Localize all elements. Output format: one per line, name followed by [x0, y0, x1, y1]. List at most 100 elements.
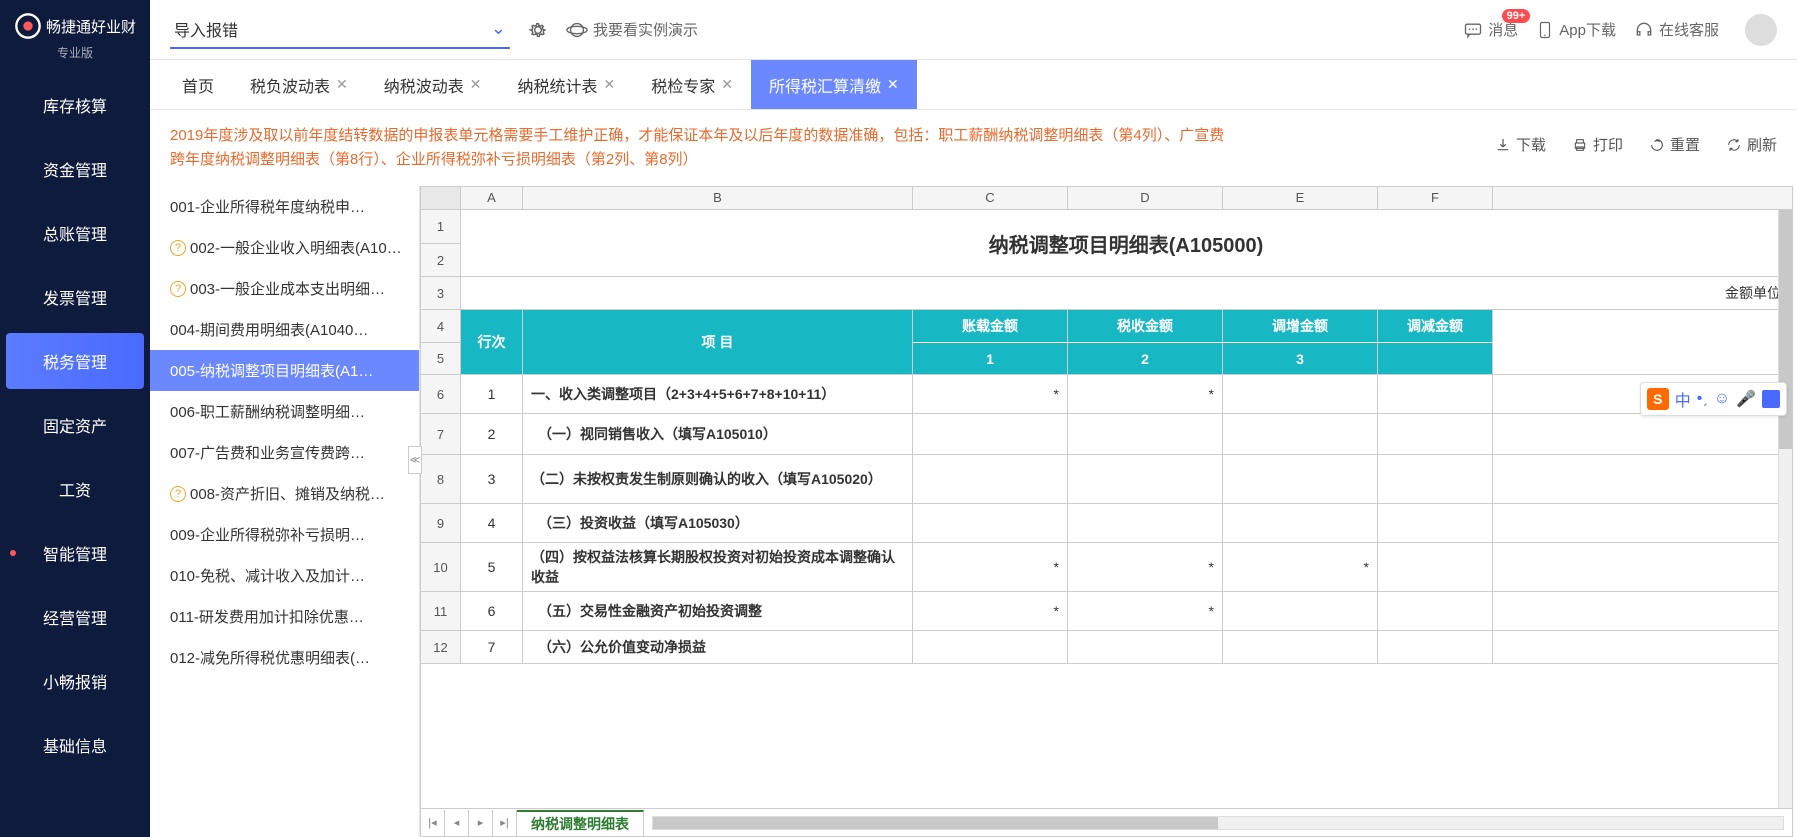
- cell[interactable]: [1068, 414, 1223, 454]
- cell-idx[interactable]: 5: [461, 543, 523, 591]
- cell[interactable]: *: [1068, 592, 1223, 630]
- tab[interactable]: 纳税波动表✕: [366, 60, 500, 109]
- sidebar-item[interactable]: 经营管理: [0, 585, 150, 649]
- tree-item[interactable]: 011-研发费用加计扣除优惠…: [150, 596, 419, 637]
- sheet-nav-last[interactable]: ▸|: [493, 810, 517, 836]
- cell[interactable]: [1378, 504, 1493, 542]
- tree-item[interactable]: 007-广告费和业务宣传费跨…: [150, 432, 419, 473]
- download-button[interactable]: 下载: [1495, 134, 1546, 155]
- print-button[interactable]: 打印: [1572, 134, 1623, 155]
- search-input[interactable]: 导入报错: [174, 17, 491, 41]
- tab[interactable]: 纳税统计表✕: [500, 60, 634, 109]
- ime-mic-icon[interactable]: 🎤: [1736, 389, 1756, 409]
- cell[interactable]: [1378, 414, 1493, 454]
- cell-item[interactable]: （三）投资收益（填写A105030）: [523, 504, 913, 542]
- service-button[interactable]: 在线客服: [1634, 19, 1719, 40]
- row-header[interactable]: 10: [421, 543, 461, 591]
- tree-item[interactable]: ?002-一般企业收入明细表(A10…: [150, 227, 419, 268]
- cell-idx[interactable]: 3: [461, 455, 523, 503]
- cell[interactable]: *: [1223, 543, 1378, 591]
- cell[interactable]: *: [1068, 543, 1223, 591]
- cell[interactable]: [1378, 592, 1493, 630]
- sidebar-item[interactable]: 工资: [0, 457, 150, 521]
- cell-item[interactable]: 一、收入类调整项目（2+3+4+5+6+7+8+10+11）: [523, 375, 913, 413]
- cell[interactable]: [913, 631, 1068, 663]
- cell[interactable]: *: [913, 592, 1068, 630]
- close-icon[interactable]: ✕: [336, 76, 348, 93]
- app-download-button[interactable]: App下载: [1536, 19, 1616, 40]
- tree-item[interactable]: ?003-一般企业成本支出明细…: [150, 268, 419, 309]
- sidebar-item[interactable]: 智能管理: [0, 521, 150, 585]
- cell[interactable]: [913, 414, 1068, 454]
- cell-idx[interactable]: 1: [461, 375, 523, 413]
- tree-item[interactable]: 012-减免所得税优惠明细表(…: [150, 637, 419, 678]
- row-header[interactable]: 7: [421, 414, 461, 454]
- cell[interactable]: [1378, 455, 1493, 503]
- cell[interactable]: *: [913, 375, 1068, 413]
- cell-item[interactable]: （五）交易性金融资产初始投资调整: [523, 592, 913, 630]
- close-icon[interactable]: ✕: [470, 76, 482, 93]
- tree-item[interactable]: 004-期间费用明细表(A1040…: [150, 309, 419, 350]
- select-all-corner[interactable]: [421, 187, 461, 209]
- cell[interactable]: [1378, 631, 1493, 663]
- reset-button[interactable]: 重置: [1649, 134, 1700, 155]
- cell[interactable]: [1068, 631, 1223, 663]
- row-header[interactable]: 5: [421, 342, 461, 374]
- row-header[interactable]: 3: [421, 277, 461, 309]
- sheet-nav-next[interactable]: ▸: [469, 810, 493, 836]
- cell[interactable]: [913, 455, 1068, 503]
- demo-button[interactable]: 我要看实例演示: [566, 19, 698, 41]
- cell[interactable]: [1068, 455, 1223, 503]
- cell[interactable]: *: [913, 543, 1068, 591]
- col-header[interactable]: D: [1068, 187, 1223, 209]
- sidebar-item[interactable]: 库存核算: [0, 73, 150, 137]
- cell[interactable]: *: [1068, 375, 1223, 413]
- tab[interactable]: 所得税汇算清缴✕: [751, 60, 917, 109]
- row-header[interactable]: 12: [421, 631, 461, 663]
- sidebar-item[interactable]: 基础信息: [0, 713, 150, 777]
- messages-button[interactable]: 消息 99+: [1463, 19, 1518, 40]
- cell-idx[interactable]: 2: [461, 414, 523, 454]
- tab[interactable]: 税检专家✕: [633, 60, 751, 109]
- col-header[interactable]: F: [1378, 187, 1493, 209]
- cell-idx[interactable]: 4: [461, 504, 523, 542]
- chevron-down-icon[interactable]: ⌄: [491, 18, 506, 39]
- cell[interactable]: [1378, 543, 1493, 591]
- ime-emoji-icon[interactable]: ☺: [1714, 390, 1730, 408]
- search-box[interactable]: 导入报错 ⌄: [170, 11, 510, 49]
- row-header[interactable]: 6: [421, 375, 461, 413]
- col-header[interactable]: C: [913, 187, 1068, 209]
- settings-button[interactable]: [528, 20, 548, 40]
- sidebar-item[interactable]: 总账管理: [0, 201, 150, 265]
- cell-item[interactable]: （一）视同销售收入（填写A105010）: [523, 414, 913, 454]
- row-header[interactable]: 4: [421, 310, 461, 342]
- sheet-nav-prev[interactable]: ◂: [445, 810, 469, 836]
- cell-idx[interactable]: 7: [461, 631, 523, 663]
- collapse-handle[interactable]: ≪: [408, 446, 422, 474]
- cell-item[interactable]: （四）按权益法核算长期股权投资对初始投资成本调整确认收益: [523, 543, 913, 591]
- horizontal-scrollbar[interactable]: [652, 816, 1784, 830]
- ime-keyboard-icon[interactable]: [1762, 390, 1780, 408]
- cell[interactable]: [1068, 504, 1223, 542]
- sheet-tab[interactable]: 纳税调整明细表: [517, 810, 644, 836]
- cell[interactable]: [1223, 455, 1378, 503]
- sidebar-item[interactable]: 发票管理: [0, 265, 150, 329]
- sidebar-item[interactable]: 小畅报销: [0, 649, 150, 713]
- cell[interactable]: [1223, 592, 1378, 630]
- tree-item[interactable]: 009-企业所得税弥补亏损明…: [150, 514, 419, 555]
- col-header[interactable]: A: [461, 187, 523, 209]
- cell[interactable]: [1223, 631, 1378, 663]
- col-header[interactable]: B: [523, 187, 913, 209]
- sidebar-item[interactable]: 固定资产: [0, 393, 150, 457]
- tree-item[interactable]: 010-免税、减计收入及加计…: [150, 555, 419, 596]
- cell[interactable]: [1223, 504, 1378, 542]
- tab[interactable]: 税负波动表✕: [232, 60, 366, 109]
- cell[interactable]: [1223, 375, 1378, 413]
- ime-punct-icon[interactable]: •ˏ: [1697, 390, 1708, 408]
- row-header[interactable]: 1: [421, 210, 461, 243]
- row-header[interactable]: 11: [421, 592, 461, 630]
- cell-item[interactable]: （六）公允价值变动净损益: [523, 631, 913, 663]
- vertical-scrollbar[interactable]: [1778, 210, 1792, 808]
- close-icon[interactable]: ✕: [887, 76, 899, 93]
- col-header[interactable]: E: [1223, 187, 1378, 209]
